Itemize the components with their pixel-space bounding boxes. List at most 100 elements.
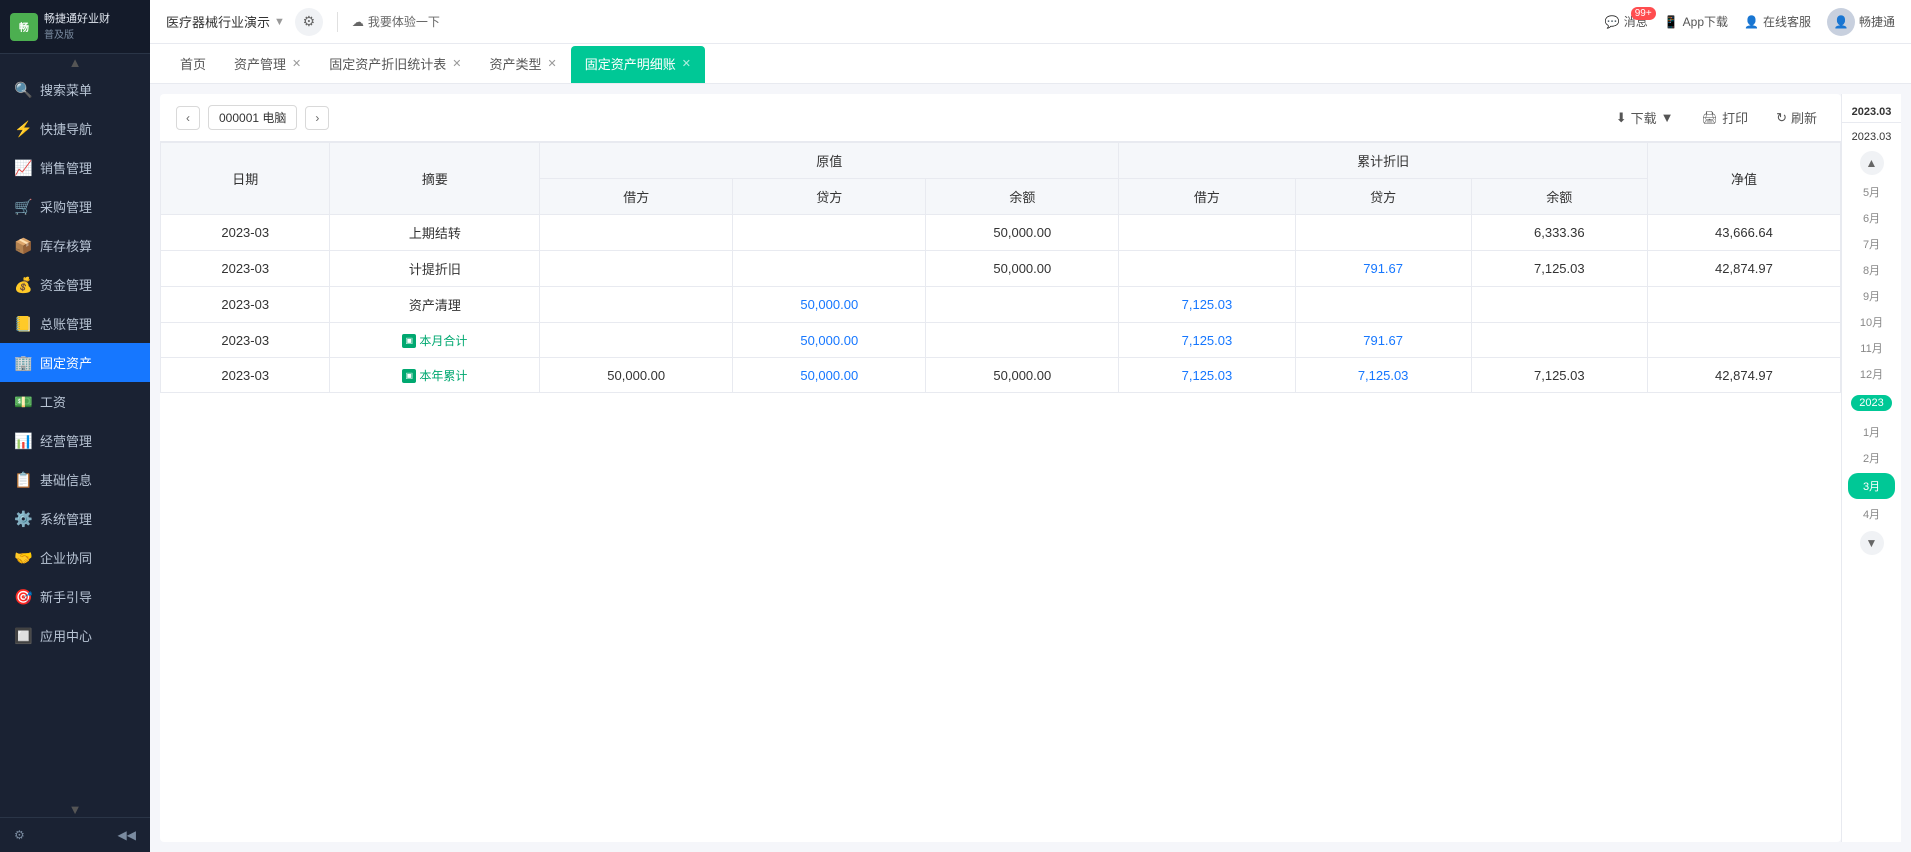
tab-home[interactable]: 首页	[166, 46, 220, 83]
settings-button[interactable]: ⚙	[295, 8, 323, 36]
panel-month-7[interactable]: 7月	[1842, 231, 1901, 257]
col-orig-balance: 余额	[926, 179, 1119, 215]
sidebar-item-system[interactable]: ⚙️ 系统管理	[0, 499, 150, 538]
tab-asset-type[interactable]: 资产类型 ✕	[475, 46, 570, 83]
cell-acc-credit	[1295, 215, 1471, 251]
col-acc-balance: 余额	[1471, 179, 1647, 215]
panel-header1: 2023.03	[1842, 102, 1901, 123]
sidebar-item-ledger[interactable]: 📒 总账管理	[0, 304, 150, 343]
quick-nav-icon: ⚡	[14, 120, 32, 138]
year-badge[interactable]: 2023	[1851, 395, 1891, 411]
cell-net: 42,874.97	[1647, 251, 1840, 287]
sidebar-nav: 🔍 搜索菜单 ⚡ 快捷导航 📈 销售管理 🛒 采购管理 📦 库存核算 💰 资金管…	[0, 70, 150, 801]
tab-asset-detail[interactable]: 固定资产明细账 ✕	[571, 46, 705, 83]
panel-controls: ▲	[1860, 147, 1884, 179]
cell-net: 43,666.64	[1647, 215, 1840, 251]
cell-orig-credit	[733, 251, 926, 287]
sidebar-scroll-down[interactable]: ▼	[0, 801, 150, 817]
tab-close-asset-detail[interactable]: ✕	[682, 57, 691, 70]
tab-close-asset-mgmt[interactable]: ✕	[292, 57, 301, 70]
sidebar-scroll-up[interactable]: ▲	[0, 54, 150, 70]
panel-month-4[interactable]: 4月	[1842, 501, 1901, 527]
sidebar-item-collab[interactable]: 🤝 企业协同	[0, 538, 150, 577]
cell-acc-debit	[1119, 215, 1295, 251]
tab-close-depreciation[interactable]: ✕	[452, 57, 461, 70]
service-button[interactable]: 👤 在线客服	[1744, 13, 1811, 30]
panel-up-button[interactable]: ▲	[1860, 151, 1884, 175]
app-download-button[interactable]: 📱 App下载	[1664, 13, 1728, 30]
payroll-icon: 💵	[14, 393, 32, 411]
sidebar-item-fixed-assets[interactable]: 🏢 固定资产	[0, 343, 150, 382]
user-menu[interactable]: 👤 畅捷通	[1827, 8, 1895, 36]
tab-depreciation-stats[interactable]: 固定资产折旧统计表 ✕	[315, 46, 475, 83]
col-orig-credit: 贷方	[733, 179, 926, 215]
purchase-icon: 🛒	[14, 198, 32, 216]
cell-acc-credit	[1295, 287, 1471, 323]
table-toolbar: ‹ 000001 电脑 › ⬇ 下载 ▼ 🖨 打印 ↻	[160, 94, 1841, 142]
nav-prev-button[interactable]: ‹	[176, 106, 200, 130]
settings-icon[interactable]: ⚙	[14, 828, 25, 842]
sidebar-item-sales[interactable]: 📈 销售管理	[0, 148, 150, 187]
panel-month-8[interactable]: 8月	[1842, 257, 1901, 283]
panel-month-6[interactable]: 6月	[1842, 205, 1901, 231]
asset-nav: ‹ 000001 电脑 ›	[176, 105, 329, 130]
table-area: ‹ 000001 电脑 › ⬇ 下载 ▼ 🖨 打印 ↻	[160, 94, 1841, 842]
sidebar-item-basic-info[interactable]: 📋 基础信息	[0, 460, 150, 499]
sales-icon: 📈	[14, 159, 32, 177]
sidebar-item-quick-nav[interactable]: ⚡ 快捷导航	[0, 109, 150, 148]
nav-next-button[interactable]: ›	[305, 106, 329, 130]
sidebar: 畅 畅捷通好业财 普及版 ▲ 🔍 搜索菜单 ⚡ 快捷导航 📈 销售管理 🛒 采购…	[0, 0, 150, 852]
sidebar-item-finance[interactable]: 💰 资金管理	[0, 265, 150, 304]
asset-code-tag: 000001 电脑	[208, 105, 297, 130]
cell-orig-balance: 50,000.00	[926, 251, 1119, 287]
cell-orig-credit: 50,000.00	[733, 287, 926, 323]
cell-net	[1647, 323, 1840, 358]
sidebar-item-guide[interactable]: 🎯 新手引导	[0, 577, 150, 616]
col-original: 原值	[540, 143, 1119, 179]
panel-month-2[interactable]: 2月	[1842, 445, 1901, 471]
tab-asset-mgmt[interactable]: 资产管理 ✕	[220, 46, 315, 83]
panel-month-12[interactable]: 12月	[1842, 361, 1901, 387]
messages-button[interactable]: 💬 消息 99+	[1605, 13, 1648, 30]
panel-month-3[interactable]: 3月	[1848, 473, 1895, 499]
tab-close-asset-type[interactable]: ✕	[548, 57, 557, 70]
topbar-right: 💬 消息 99+ 📱 App下载 👤 在线客服 👤 畅捷通	[1605, 8, 1895, 36]
col-acc-credit: 贷方	[1295, 179, 1471, 215]
company-name: 医疗器械行业演示	[166, 12, 270, 31]
cell-orig-debit: 50,000.00	[540, 358, 733, 393]
panel-month-11[interactable]: 11月	[1842, 335, 1901, 361]
cell-orig-balance	[926, 287, 1119, 323]
download-button[interactable]: ⬇ 下载 ▼	[1608, 104, 1682, 131]
avatar: 👤	[1827, 8, 1855, 36]
cell-acc-debit: 7,125.03	[1119, 323, 1295, 358]
cell-date: 2023-03	[161, 287, 330, 323]
logo-text: 畅捷通好业财	[44, 12, 110, 26]
sidebar-logo: 畅 畅捷通好业财 普及版	[0, 0, 150, 54]
cell-acc-balance: 7,125.03	[1471, 251, 1647, 287]
company-selector[interactable]: 医疗器械行业演示 ▼	[166, 12, 285, 31]
panel-month-5[interactable]: 5月	[1842, 179, 1901, 205]
page-content: ‹ 000001 电脑 › ⬇ 下载 ▼ 🖨 打印 ↻	[150, 84, 1911, 852]
cell-summary: 计提折旧	[330, 251, 540, 287]
sidebar-item-search[interactable]: 🔍 搜索菜单	[0, 70, 150, 109]
experience-button[interactable]: ☁ 我要体验一下	[352, 13, 440, 30]
col-orig-debit: 借方	[540, 179, 733, 215]
cell-date: 2023-03	[161, 358, 330, 393]
print-icon: 🖨	[1702, 110, 1719, 126]
sidebar-item-operations[interactable]: 📊 经营管理	[0, 421, 150, 460]
panel-month-10[interactable]: 10月	[1842, 309, 1901, 335]
sidebar-item-app-center[interactable]: 🔲 应用中心	[0, 616, 150, 655]
panel-down-button[interactable]: ▼	[1860, 531, 1884, 555]
collapse-icon[interactable]: ◀◀	[118, 828, 136, 842]
collab-icon: 🤝	[14, 549, 32, 567]
sidebar-footer: ⚙ ◀◀	[0, 817, 150, 852]
sidebar-item-inventory[interactable]: 📦 库存核算	[0, 226, 150, 265]
sidebar-item-purchase[interactable]: 🛒 采购管理	[0, 187, 150, 226]
panel-month-1[interactable]: 1月	[1842, 419, 1901, 445]
panel-month-9[interactable]: 9月	[1842, 283, 1901, 309]
print-button[interactable]: 🖨 打印	[1694, 104, 1757, 131]
col-net: 净值	[1647, 143, 1840, 215]
sidebar-item-payroll[interactable]: 💵 工资	[0, 382, 150, 421]
basic-info-icon: 📋	[14, 471, 32, 489]
refresh-button[interactable]: ↻ 刷新	[1768, 104, 1825, 131]
